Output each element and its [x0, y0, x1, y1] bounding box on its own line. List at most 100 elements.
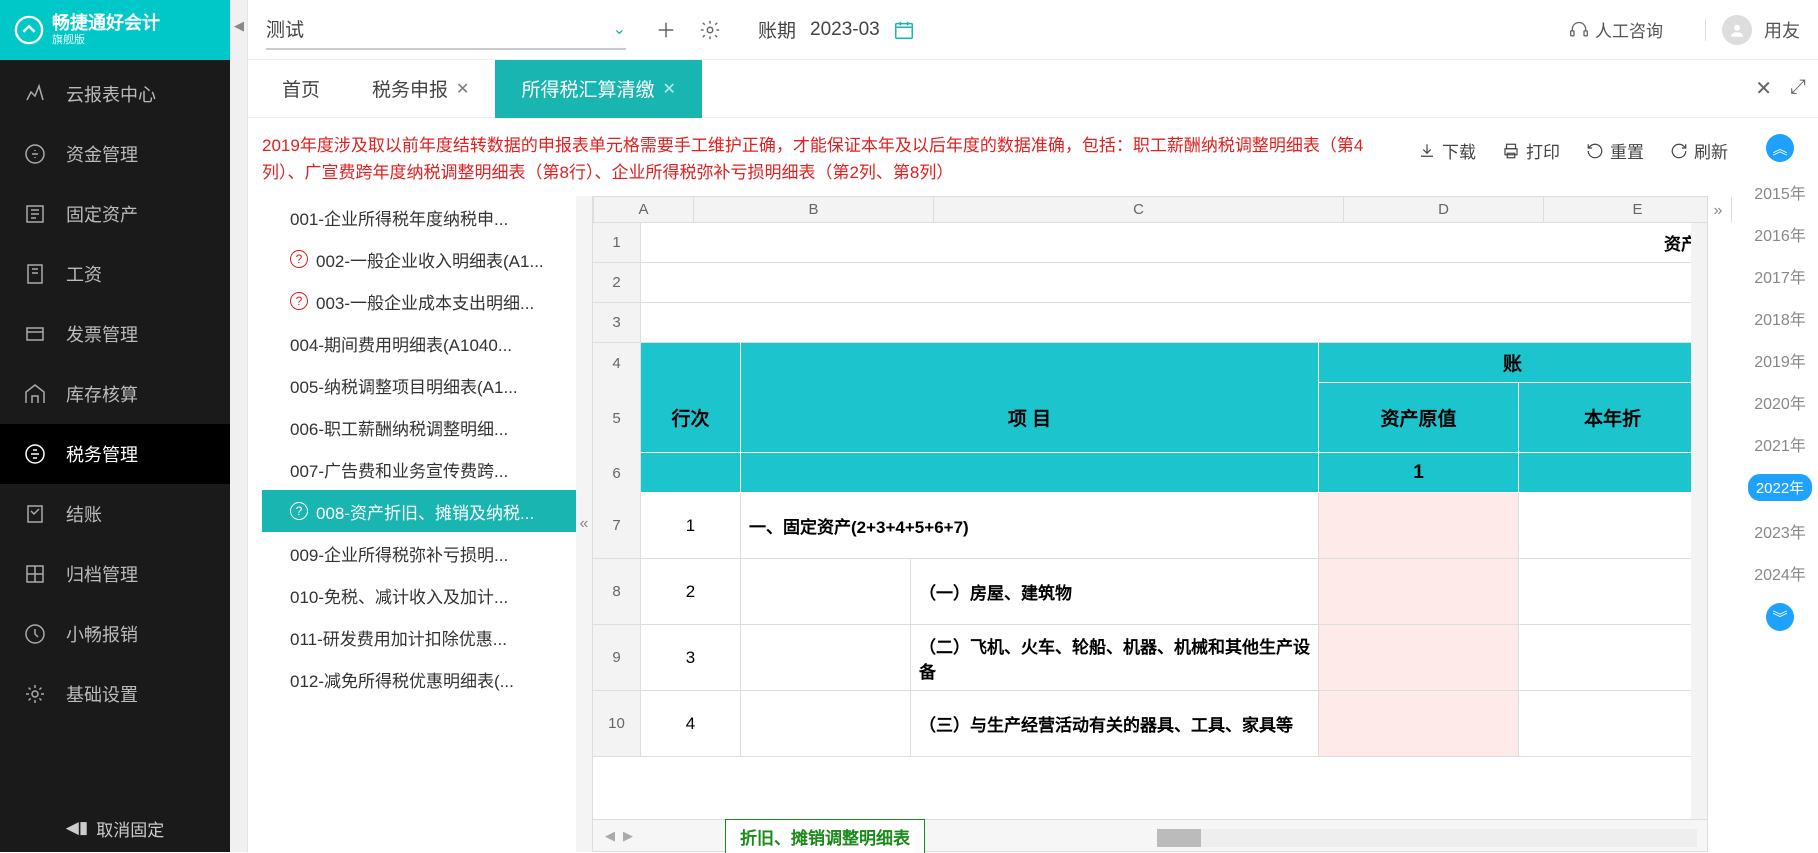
tab-bar: 首页税务申报✕所得税汇算清缴✕ ✕ ⤢ [248, 60, 1818, 118]
tab[interactable]: 首页 [256, 60, 346, 118]
warning-text: 2019年度涉及取以前年度结转数据的申报表单元格需要手工维护正确，才能保证本年及… [262, 132, 1400, 186]
refresh-button[interactable]: 刷新 [1670, 138, 1728, 163]
nav-item[interactable]: 工资 [0, 244, 230, 304]
tab-close-all[interactable]: ✕ [1755, 76, 1772, 101]
row-header[interactable]: 7 [593, 493, 641, 558]
sidebar: 畅捷通好会计 旗舰版 云报表中心资金管理固定资产工资发票管理库存核算税务管理结账… [0, 0, 230, 852]
row-header[interactable]: 8 [593, 559, 641, 624]
row-header[interactable]: 9 [593, 625, 641, 690]
cell-value[interactable] [1319, 493, 1519, 558]
nav-icon [22, 141, 48, 167]
form-item[interactable]: 012-减免所得税优惠明细表(... [262, 658, 576, 700]
nav-icon [22, 441, 48, 467]
form-item[interactable]: ?002-一般企业收入明细表(A1... [262, 238, 576, 280]
sheet-collapse-right[interactable]: » [1708, 196, 1728, 852]
close-icon[interactable]: ✕ [662, 79, 675, 99]
cell-value[interactable] [1319, 559, 1519, 624]
warning-icon: ? [290, 502, 308, 520]
settings-button[interactable] [696, 16, 724, 44]
nav-item[interactable]: 资金管理 [0, 124, 230, 184]
tab-more[interactable]: ⤢ [1790, 76, 1806, 101]
nav-item[interactable]: 归档管理 [0, 544, 230, 604]
year-rail: ︽ 2015年 2016年 2017年 2018年 2019年 2020年 2021年 202… [1742, 118, 1818, 852]
col-header[interactable]: C [934, 197, 1344, 222]
tab[interactable]: 所得税汇算清缴✕ [495, 60, 701, 118]
sheet-nav[interactable]: ◀▶ [593, 828, 645, 844]
cell-value[interactable] [1519, 559, 1707, 624]
year-item[interactable]: 2017年 [1754, 264, 1806, 288]
year-item[interactable]: 2020年 [1754, 390, 1806, 414]
form-item[interactable]: 006-职工薪酬纳税调整明细... [262, 406, 576, 448]
print-button[interactable]: 打印 [1502, 138, 1560, 163]
cell-value[interactable] [1319, 691, 1519, 756]
year-item[interactable]: 2024年 [1754, 561, 1806, 585]
caret-left-icon: ◀ [234, 18, 244, 34]
user-menu[interactable]: 用友 [1722, 15, 1800, 45]
year-item[interactable]: 2015年 [1754, 180, 1806, 204]
reset-button[interactable]: 重置 [1586, 138, 1644, 163]
form-item[interactable]: ?008-资产折旧、摊销及纳税... [262, 490, 576, 532]
cell-value[interactable] [1519, 691, 1707, 756]
spreadsheet: A B C D E 1资产 2 3 4 账 [592, 196, 1708, 852]
form-item[interactable]: 010-免税、减计收入及加计... [262, 574, 576, 616]
vertical-scrollbar[interactable] [1691, 223, 1707, 819]
nav-item[interactable]: 发票管理 [0, 304, 230, 364]
nav-item[interactable]: 小畅报销 [0, 604, 230, 664]
sheet-title: 资产 [641, 223, 1707, 262]
cell-value[interactable] [1319, 625, 1519, 690]
tab[interactable]: 税务申报✕ [346, 60, 495, 118]
calendar-button[interactable] [890, 16, 918, 44]
support-link[interactable]: 人工咨询 [1569, 17, 1663, 42]
form-item[interactable]: 009-企业所得税弥补亏损明... [262, 532, 576, 574]
row-header[interactable]: 6 [593, 453, 641, 493]
form-list-collapse[interactable]: « [576, 196, 592, 852]
row-header[interactable]: 1 [593, 223, 641, 262]
year-item[interactable]: 2021年 [1754, 432, 1806, 456]
col-header[interactable]: B [694, 197, 934, 222]
form-item[interactable]: 001-企业所得税年度纳税申... [262, 196, 576, 238]
entity-selector[interactable]: 测试 ⌄ [266, 10, 626, 50]
row-header[interactable]: 5 [593, 383, 641, 453]
year-up-button[interactable]: ︽ [1766, 134, 1794, 162]
cell-rownum: 4 [641, 691, 741, 756]
cell-item: （三）与生产经营活动有关的器具、工具、家具等 [911, 691, 1319, 756]
row-header[interactable]: 2 [593, 263, 641, 302]
sheet-tab[interactable]: 折旧、摊销调整明细表 [725, 819, 925, 853]
year-down-button[interactable]: ︾ [1766, 603, 1794, 631]
nav-item[interactable]: 结账 [0, 484, 230, 544]
row-header[interactable]: 3 [593, 303, 641, 342]
year-item[interactable]: 2019年 [1754, 348, 1806, 372]
add-button[interactable] [652, 16, 680, 44]
sidebar-collapse-gutter[interactable]: ◀ [230, 0, 248, 852]
nav-item[interactable]: 云报表中心 [0, 64, 230, 124]
year-item[interactable]: 2018年 [1754, 306, 1806, 330]
form-item[interactable]: 004-期间费用明细表(A1040... [262, 322, 576, 364]
nav-icon [22, 621, 48, 647]
cell-value[interactable] [1519, 625, 1707, 690]
col-header[interactable]: E [1544, 197, 1732, 222]
row-header[interactable]: 10 [593, 691, 641, 756]
col-header[interactable]: D [1344, 197, 1544, 222]
form-item[interactable]: 011-研发费用加计扣除优惠... [262, 616, 576, 658]
col-header[interactable]: A [594, 197, 694, 222]
nav-item[interactable]: 税务管理 [0, 424, 230, 484]
close-icon[interactable]: ✕ [456, 79, 469, 99]
nav-icon [22, 81, 48, 107]
year-item[interactable]: 2016年 [1754, 222, 1806, 246]
form-item[interactable]: ?003-一般企业成本支出明细... [262, 280, 576, 322]
download-button[interactable]: 下载 [1418, 138, 1476, 163]
year-item[interactable]: 2023年 [1754, 519, 1806, 543]
year-item[interactable]: 2022年 [1748, 474, 1812, 501]
nav-item[interactable]: 固定资产 [0, 184, 230, 244]
row-header[interactable]: 4 [593, 343, 641, 383]
cell-value[interactable] [1519, 493, 1707, 558]
divider [1705, 19, 1706, 41]
avatar-icon [1722, 15, 1752, 45]
nav-item[interactable]: 基础设置 [0, 664, 230, 724]
unpin-button[interactable]: ◀▮ 取消固定 [0, 804, 230, 852]
horizontal-scrollbar[interactable] [1157, 829, 1697, 847]
form-item[interactable]: 007-广告费和业务宣传费跨... [262, 448, 576, 490]
brand-title: 畅捷通好会计 [52, 13, 160, 35]
nav-item[interactable]: 库存核算 [0, 364, 230, 424]
form-item[interactable]: 005-纳税调整项目明细表(A1... [262, 364, 576, 406]
